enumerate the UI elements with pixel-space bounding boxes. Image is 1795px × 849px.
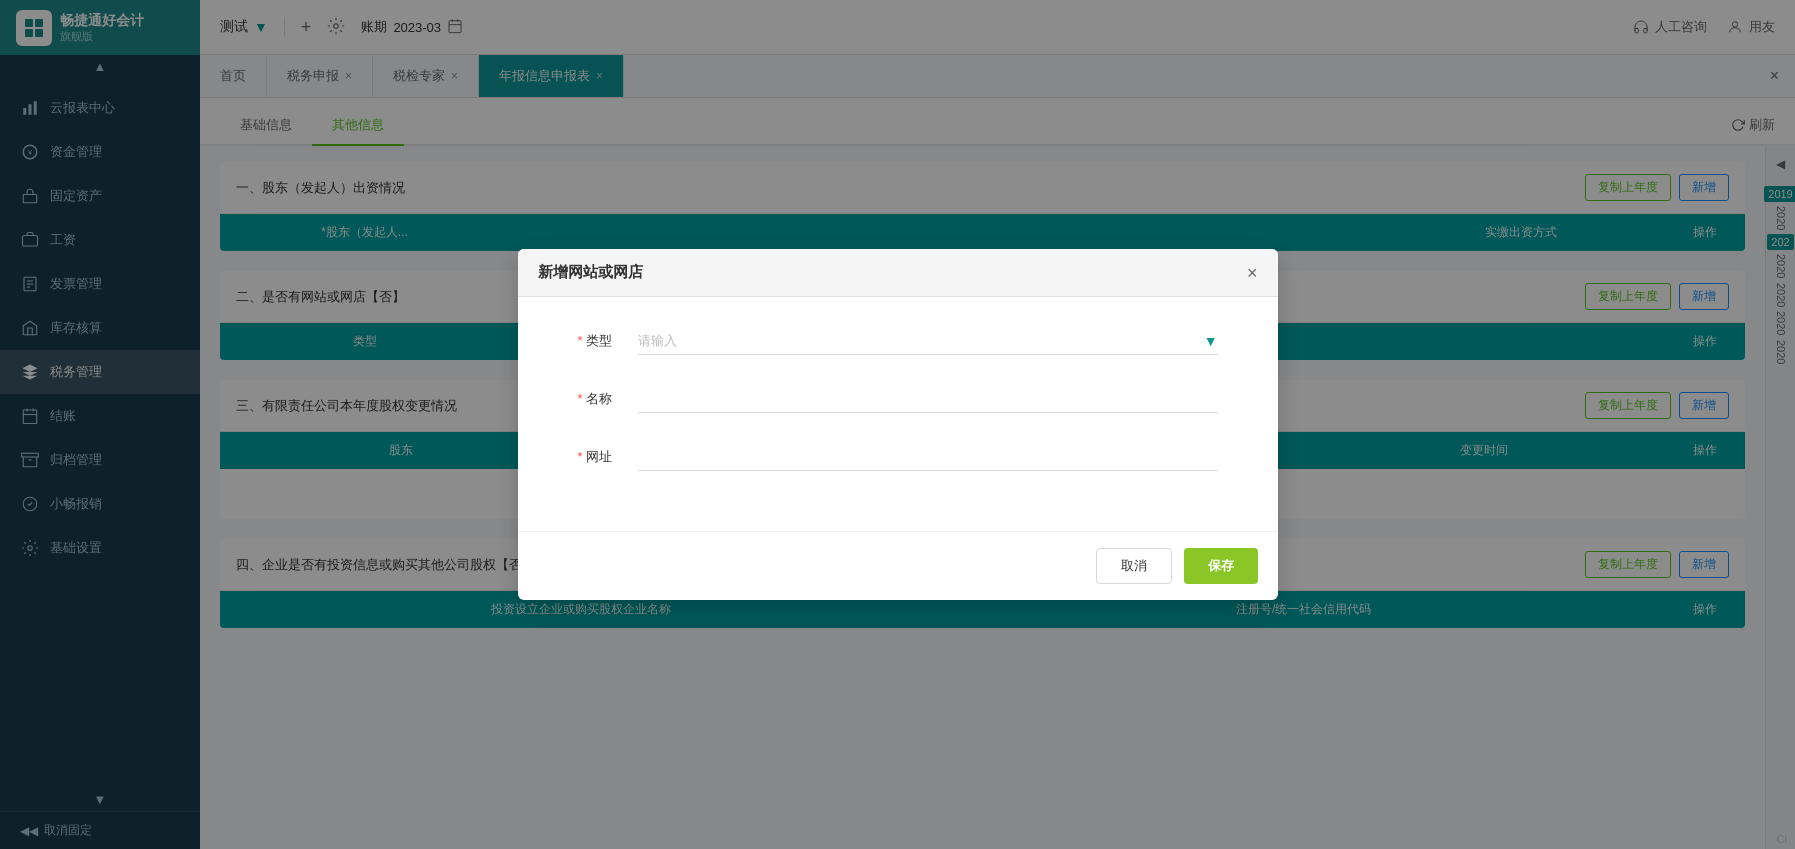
form-row-type: * 类型 请输入 ▼ bbox=[578, 327, 1218, 355]
save-button[interactable]: 保存 bbox=[1184, 548, 1258, 584]
modal-close-button[interactable]: × bbox=[1247, 264, 1258, 282]
name-input[interactable] bbox=[638, 385, 1218, 413]
name-label: * 名称 bbox=[578, 390, 638, 408]
form-row-url: * 网址 bbox=[578, 443, 1218, 471]
type-label-text: 类型 bbox=[586, 333, 612, 348]
modal-title: 新增网站或网店 bbox=[538, 263, 643, 282]
type-label: * 类型 bbox=[578, 332, 638, 350]
cancel-button[interactable]: 取消 bbox=[1096, 548, 1172, 584]
modal-footer: 取消 保存 bbox=[518, 531, 1278, 600]
modal-header: 新增网站或网店 × bbox=[518, 249, 1278, 297]
type-required: * bbox=[578, 333, 583, 348]
url-required: * bbox=[578, 449, 583, 464]
type-control-wrap: 请输入 ▼ bbox=[638, 327, 1218, 355]
name-label-text: 名称 bbox=[586, 391, 612, 406]
modal-body: * 类型 请输入 ▼ * 名称 bbox=[518, 297, 1278, 531]
url-control-wrap bbox=[638, 443, 1218, 471]
name-control-wrap bbox=[638, 385, 1218, 413]
url-input[interactable] bbox=[638, 443, 1218, 471]
name-required: * bbox=[578, 391, 583, 406]
form-row-name: * 名称 bbox=[578, 385, 1218, 413]
modal-add-website: 新增网站或网店 × * 类型 请输入 ▼ * bbox=[518, 249, 1278, 600]
modal-overlay[interactable]: 新增网站或网店 × * 类型 请输入 ▼ * bbox=[0, 0, 1795, 849]
url-label-text: 网址 bbox=[586, 449, 612, 464]
url-label: * 网址 bbox=[578, 448, 638, 466]
type-select[interactable]: 请输入 bbox=[638, 327, 1218, 355]
